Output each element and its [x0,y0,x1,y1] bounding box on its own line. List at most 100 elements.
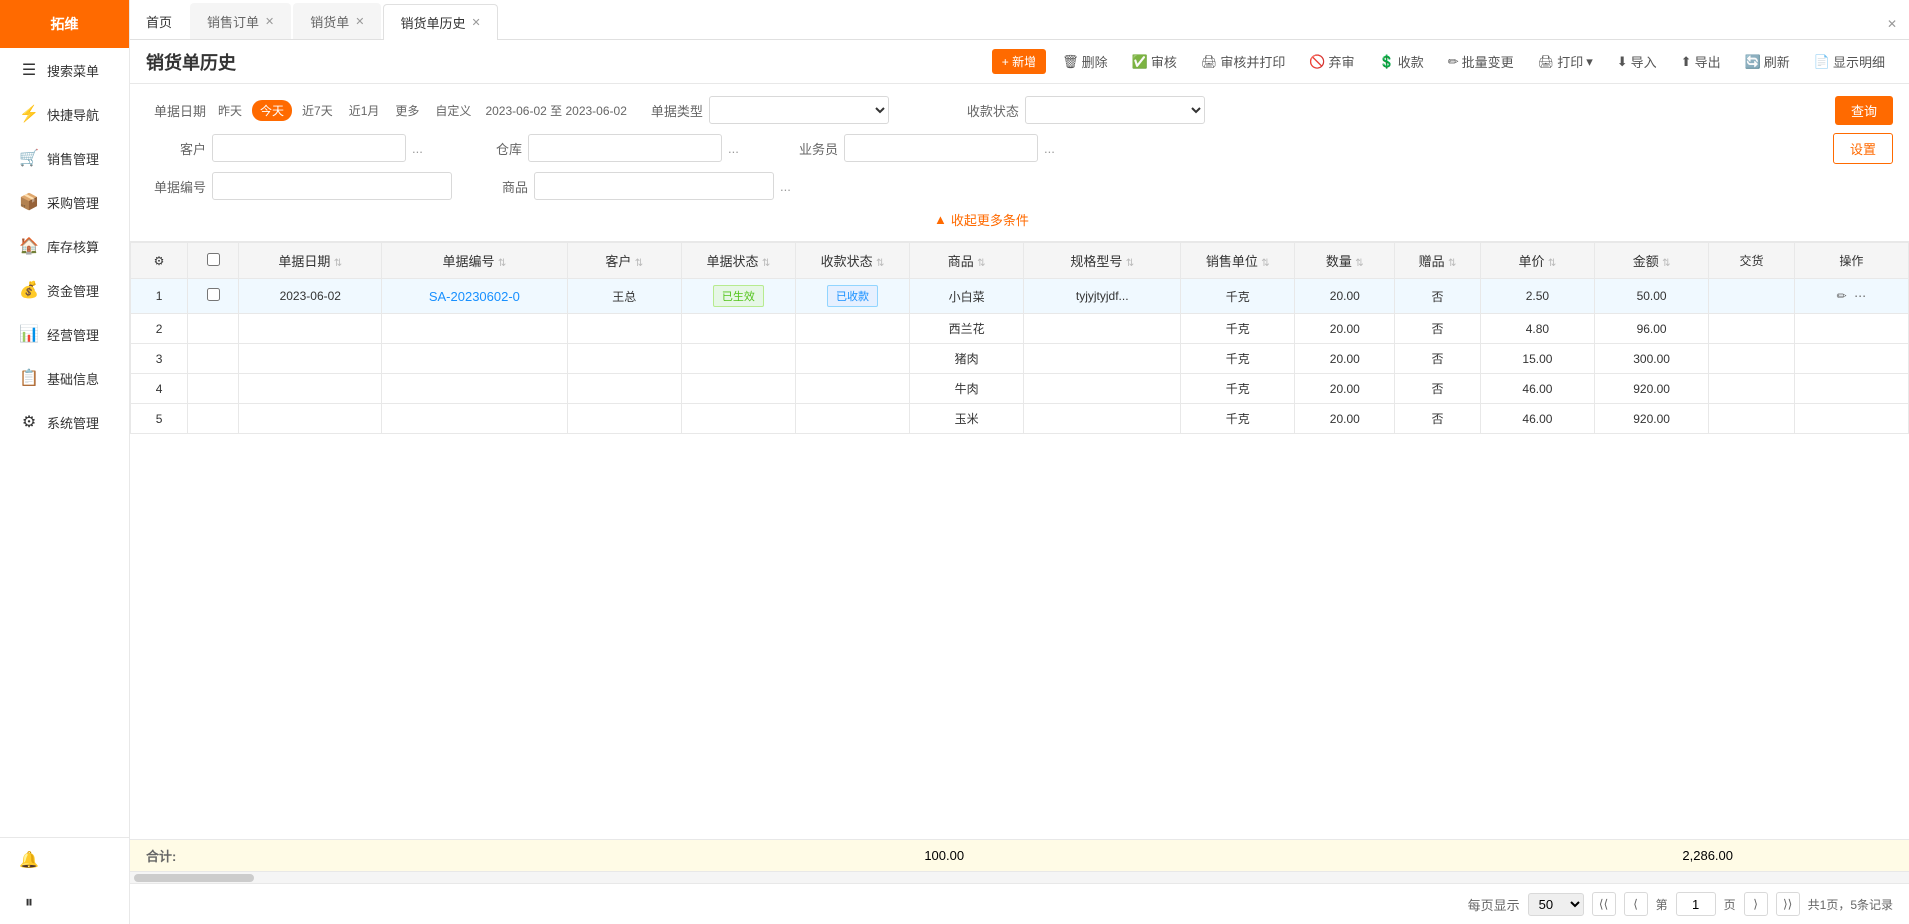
collectstatus-select[interactable] [1025,96,1205,124]
col-doc-status[interactable]: 单据状态 ⇅ [681,243,795,279]
date-btn-today[interactable]: 今天 [252,100,292,121]
date-btn-yesterday[interactable]: 昨天 [212,100,248,121]
sidebar-item-basic-info[interactable]: 📋 基础信息 [0,356,129,400]
collect-button[interactable]: 💲 收款 [1371,48,1432,75]
warehouse-ellipsis[interactable]: ... [728,141,739,156]
col-qty[interactable]: 数量 ⇅ [1295,243,1395,279]
doctype-label: 单据类型 [643,101,703,120]
tab-sales-history[interactable]: 销货单历史 ✕ [383,4,497,40]
filter-doctype-item: 单据类型 [643,96,943,124]
customer-ellipsis[interactable]: ... [412,141,423,156]
filter-business-item: 业务员 ... [778,134,1078,162]
checkbox-col-header[interactable] [188,243,239,279]
sidebar-item-finance[interactable]: 💰 资金管理 [0,268,129,312]
warehouse-input[interactable] [528,134,722,162]
page-size-select[interactable]: 50 100 [1528,893,1584,916]
sidebar-item-search-menu[interactable]: ☰ 搜索菜单 [0,48,129,92]
page-first-btn[interactable]: ⟨⟨ [1592,892,1616,916]
sidebar-item-quick-nav[interactable]: ⚡ 快捷导航 [0,92,129,136]
goods-cell: 玉米 [910,404,1024,434]
set-button[interactable]: 设置 [1833,133,1893,164]
total-label: 合计: [146,846,206,865]
date-btn-1month[interactable]: 近1月 [343,100,386,121]
col-collect-status[interactable]: 收款状态 ⇅ [795,243,909,279]
collapse-arrow-icon: ▲ [934,212,947,227]
show-detail-button[interactable]: 📄 显示明细 [1806,48,1893,75]
col-customer[interactable]: 客户 ⇅ [567,243,681,279]
customer-input[interactable] [212,134,406,162]
col-goods[interactable]: 商品 ⇅ [910,243,1024,279]
goods-ellipsis[interactable]: ... [780,179,791,194]
import-button[interactable]: ⬇ 导入 [1609,48,1665,75]
sidebar-item-label: 搜索菜单 [47,61,99,80]
review-icon: ✅ [1132,54,1148,70]
sidebar-item-operations[interactable]: 📊 经营管理 [0,312,129,356]
tab-close-all-btn[interactable]: ✕ [1875,9,1909,39]
sidebar-item-inventory[interactable]: 🏠 库存核算 [0,224,129,268]
goods-input[interactable] [534,172,774,200]
delete-button[interactable]: 🗑 删除 [1054,48,1116,75]
print-button[interactable]: 🖨 打印 ▾ [1530,48,1601,75]
abandon-button[interactable]: 🚫 弃审 [1301,48,1362,75]
col-doc-no[interactable]: 单据编号 ⇅ [382,243,568,279]
refresh-button[interactable]: 🔄 刷新 [1737,48,1798,75]
toolbar: + 新增 🗑 删除 ✅ 审核 🖨 审核并打印 🚫 弃审 💲 收款 [992,48,1893,75]
page-input[interactable] [1676,892,1716,916]
goods-label: 商品 [468,177,528,196]
sidebar-pause-btn[interactable]: ⏸ [0,882,129,924]
basic-info-icon: 📋 [19,368,39,388]
tab-sales-order-close[interactable]: ✕ [265,15,274,28]
goods-cell: 小白菜 [910,279,1024,314]
table-wrapper: ⚙ 单据日期 ⇅ 单据编号 ⇅ 客户 ⇅ 单据状态 ⇅ 收款状态 ⇅ 商品 ⇅ … [130,242,1909,839]
checkbox-cell [188,344,239,374]
collapse-btn[interactable]: ▲ 收起更多条件 [146,210,1817,229]
sidebar-notify-btn[interactable]: 🔔 [0,838,129,882]
col-sale-unit[interactable]: 销售单位 ⇅ [1181,243,1295,279]
sidebar-item-label: 销售管理 [47,149,99,168]
review-button[interactable]: ✅ 审核 [1124,48,1185,75]
sidebar-item-purchase-mgmt[interactable]: 📦 采购管理 [0,180,129,224]
filter-collectstatus-item: 收款状态 [959,96,1259,124]
action-cell [1794,404,1908,434]
page-last-btn[interactable]: ⟩⟩ [1776,892,1800,916]
business-input[interactable] [844,134,1038,162]
date-btn-7days[interactable]: 近7天 [296,100,339,121]
sale-unit-cell: 千克 [1181,344,1295,374]
query-button[interactable]: 查询 [1835,96,1893,125]
import-icon: ⬇ [1617,54,1628,70]
export-button[interactable]: ⬆ 导出 [1673,48,1729,75]
col-spec-type[interactable]: 规格型号 ⇅ [1024,243,1181,279]
amount-cell: 50.00 [1595,279,1709,314]
select-all-checkbox[interactable] [207,253,220,266]
col-gift[interactable]: 赠品 ⇅ [1395,243,1481,279]
page-prev-btn[interactable]: ⟨ [1624,892,1648,916]
scroll-thumb[interactable] [134,874,254,882]
review-print-button[interactable]: 🖨 审核并打印 [1193,48,1294,75]
batch-change-button[interactable]: ✏ 批量变更 [1440,48,1522,75]
date-btn-custom[interactable]: 自定义 [429,100,477,121]
customer-cell [567,404,681,434]
sidebar-item-sys-mgmt[interactable]: ⚙ 系统管理 [0,400,129,444]
purchase-icon: 📦 [19,192,39,212]
new-button[interactable]: + 新增 [992,49,1046,74]
doctype-select[interactable] [709,96,889,124]
col-doc-date[interactable]: 单据日期 ⇅ [239,243,382,279]
tab-sales-goods-close[interactable]: ✕ [355,15,364,28]
tab-sales-goods[interactable]: 销货单 ✕ [293,3,381,39]
doc-no-cell [382,344,568,374]
business-ellipsis[interactable]: ... [1044,141,1055,156]
col-unit-price[interactable]: 单价 ⇅ [1480,243,1594,279]
tab-home[interactable]: 首页 [130,4,188,39]
collect-status-cell [795,344,909,374]
settings-col-header[interactable]: ⚙ [131,243,188,279]
page-next-btn[interactable]: ⟩ [1744,892,1768,916]
sidebar-item-label: 系统管理 [47,413,99,432]
checkbox-cell [188,314,239,344]
tab-sales-order[interactable]: 销售订单 ✕ [190,3,291,39]
docno-input[interactable] [212,172,452,200]
tab-sales-history-close[interactable]: ✕ [472,16,481,29]
date-btn-more[interactable]: 更多 [389,100,425,121]
sidebar-item-sales-mgmt[interactable]: 🛒 销售管理 [0,136,129,180]
col-amount[interactable]: 金额 ⇅ [1595,243,1709,279]
gift-cell: 否 [1395,374,1481,404]
